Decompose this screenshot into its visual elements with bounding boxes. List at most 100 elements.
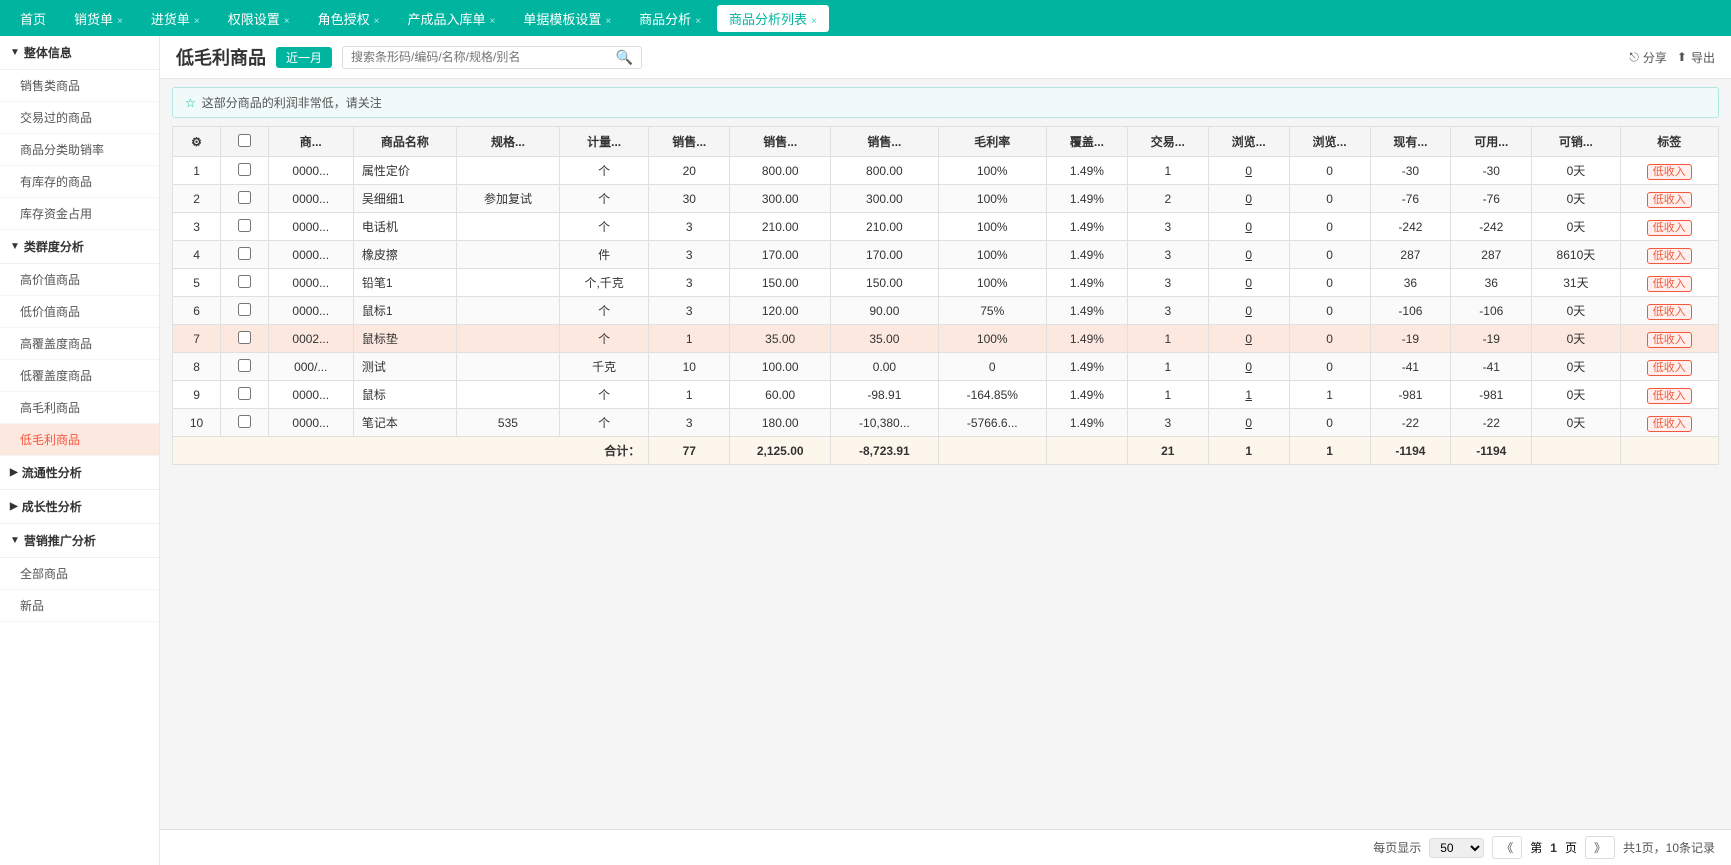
nav-item-单据模板设置[interactable]: 单据模板设置× — [511, 5, 623, 32]
cell-checkbox[interactable] — [221, 353, 269, 381]
nav-item-商品分析列表[interactable]: 商品分析列表× — [717, 5, 829, 32]
prev-page-btn[interactable]: 《 — [1492, 836, 1522, 859]
sidebar-item-1-5[interactable]: 低毛利商品 — [0, 424, 159, 456]
time-filter-btn[interactable]: 近一月 — [276, 47, 332, 68]
nav-item-角色授权[interactable]: 角色授权× — [306, 5, 392, 32]
col-coverage: 覆盖... — [1046, 127, 1127, 157]
cell-views1[interactable]: 0 — [1208, 241, 1289, 269]
sidebar-group-2[interactable]: ▶流通性分析 — [0, 456, 159, 490]
close-icon[interactable]: × — [605, 16, 611, 27]
row-checkbox[interactable] — [238, 275, 251, 288]
warning-bar: ☆ 这部分商品的利润非常低，请关注 — [172, 87, 1719, 118]
cell-views1[interactable]: 0 — [1208, 353, 1289, 381]
cell-checkbox[interactable] — [221, 297, 269, 325]
views1-link[interactable]: 0 — [1245, 304, 1252, 318]
cell-gross-margin: 0 — [938, 353, 1046, 381]
views1-link[interactable]: 0 — [1245, 248, 1252, 262]
cell-views1[interactable]: 0 — [1208, 409, 1289, 437]
views1-link[interactable]: 0 — [1245, 164, 1252, 178]
row-checkbox[interactable] — [238, 359, 251, 372]
close-icon[interactable]: × — [695, 16, 701, 27]
cell-sales-profit: 35.00 — [831, 325, 938, 353]
footer-views1: 1 — [1208, 437, 1289, 465]
sidebar-group-0[interactable]: ▼整体信息 — [0, 36, 159, 70]
sidebar-group-4[interactable]: ▼营销推广分析 — [0, 524, 159, 558]
sidebar-item-0-1[interactable]: 交易过的商品 — [0, 102, 159, 134]
row-checkbox[interactable] — [238, 163, 251, 176]
cell-checkbox[interactable] — [221, 409, 269, 437]
nav-item-销货单[interactable]: 销货单× — [62, 5, 135, 32]
cell-checkbox[interactable] — [221, 185, 269, 213]
views1-link[interactable]: 0 — [1245, 360, 1252, 374]
nav-item-首页[interactable]: 首页 — [8, 5, 58, 32]
row-checkbox[interactable] — [238, 303, 251, 316]
cell-views1[interactable]: 1 — [1208, 381, 1289, 409]
cell-available: -22 — [1451, 409, 1532, 437]
nav-item-商品分析[interactable]: 商品分析× — [627, 5, 713, 32]
sidebar-item-1-3[interactable]: 低覆盖度商品 — [0, 360, 159, 392]
cell-gross-margin: 100% — [938, 185, 1046, 213]
page-size-select[interactable]: 50 100 200 — [1429, 838, 1484, 858]
next-page-btn[interactable]: 》 — [1585, 836, 1615, 859]
cell-checkbox[interactable] — [221, 241, 269, 269]
views1-link[interactable]: 0 — [1245, 276, 1252, 290]
sidebar-item-0-4[interactable]: 库存资金占用 — [0, 198, 159, 230]
cell-checkbox[interactable] — [221, 157, 269, 185]
nav-item-产成品入库单[interactable]: 产成品入库单× — [395, 5, 507, 32]
views1-link[interactable]: 0 — [1245, 332, 1252, 346]
export-button[interactable]: ⬆ 导出 — [1677, 49, 1715, 66]
cell-sales-qty: 20 — [649, 157, 730, 185]
sidebar-item-1-1[interactable]: 低价值商品 — [0, 296, 159, 328]
cell-coverage: 1.49% — [1046, 381, 1127, 409]
cell-views1[interactable]: 0 — [1208, 213, 1289, 241]
close-icon[interactable]: × — [374, 16, 380, 27]
search-input[interactable] — [351, 50, 616, 64]
cell-views2: 0 — [1289, 325, 1370, 353]
views1-link[interactable]: 0 — [1245, 192, 1252, 206]
sidebar-item-1-0[interactable]: 高价值商品 — [0, 264, 159, 296]
views1-link[interactable]: 1 — [1245, 388, 1252, 402]
close-icon[interactable]: × — [284, 16, 290, 27]
cell-views1[interactable]: 0 — [1208, 269, 1289, 297]
views1-link[interactable]: 0 — [1245, 220, 1252, 234]
sidebar-group-3[interactable]: ▶成长性分析 — [0, 490, 159, 524]
nav-item-进货单[interactable]: 进货单× — [139, 5, 212, 32]
sidebar-item-0-2[interactable]: 商品分类助销率 — [0, 134, 159, 166]
sidebar-group-label: 整体信息 — [24, 44, 72, 61]
cell-views1[interactable]: 0 — [1208, 157, 1289, 185]
sidebar-item-0-3[interactable]: 有库存的商品 — [0, 166, 159, 198]
cell-checkbox[interactable] — [221, 269, 269, 297]
sidebar-item-4-0[interactable]: 全部商品 — [0, 558, 159, 590]
tag-badge: 低收入 — [1647, 248, 1692, 264]
close-icon[interactable]: × — [194, 16, 200, 27]
close-icon[interactable]: × — [811, 16, 817, 27]
row-checkbox[interactable] — [238, 219, 251, 232]
settings-icon[interactable]: ⚙ — [191, 135, 202, 149]
cell-checkbox[interactable] — [221, 381, 269, 409]
sidebar-group-1[interactable]: ▼类群度分析 — [0, 230, 159, 264]
close-icon[interactable]: × — [489, 16, 495, 27]
row-checkbox[interactable] — [238, 387, 251, 400]
cell-checkbox[interactable] — [221, 325, 269, 353]
select-all-checkbox[interactable] — [238, 134, 251, 147]
sidebar-item-0-0[interactable]: 销售类商品 — [0, 70, 159, 102]
sidebar-item-4-1[interactable]: 新品 — [0, 590, 159, 622]
row-checkbox[interactable] — [238, 331, 251, 344]
cell-views1[interactable]: 0 — [1208, 325, 1289, 353]
col-transactions: 交易... — [1127, 127, 1208, 157]
share-button[interactable]: ⎋ 分享 — [1629, 49, 1667, 66]
sidebar-item-1-4[interactable]: 高毛利商品 — [0, 392, 159, 424]
row-checkbox[interactable] — [238, 247, 251, 260]
nav-item-权限设置[interactable]: 权限设置× — [216, 5, 302, 32]
table-container[interactable]: ⚙ 商... 商品名称 规格... 计量... 销售... 销售... 销售..… — [160, 126, 1731, 829]
row-checkbox[interactable] — [238, 415, 251, 428]
cell-views1[interactable]: 0 — [1208, 297, 1289, 325]
cell-transactions: 3 — [1127, 269, 1208, 297]
sidebar-item-1-2[interactable]: 高覆盖度商品 — [0, 328, 159, 360]
close-icon[interactable]: × — [117, 16, 123, 27]
cell-checkbox[interactable] — [221, 213, 269, 241]
views1-link[interactable]: 0 — [1245, 416, 1252, 430]
cell-coverage: 1.49% — [1046, 325, 1127, 353]
row-checkbox[interactable] — [238, 191, 251, 204]
cell-views1[interactable]: 0 — [1208, 185, 1289, 213]
